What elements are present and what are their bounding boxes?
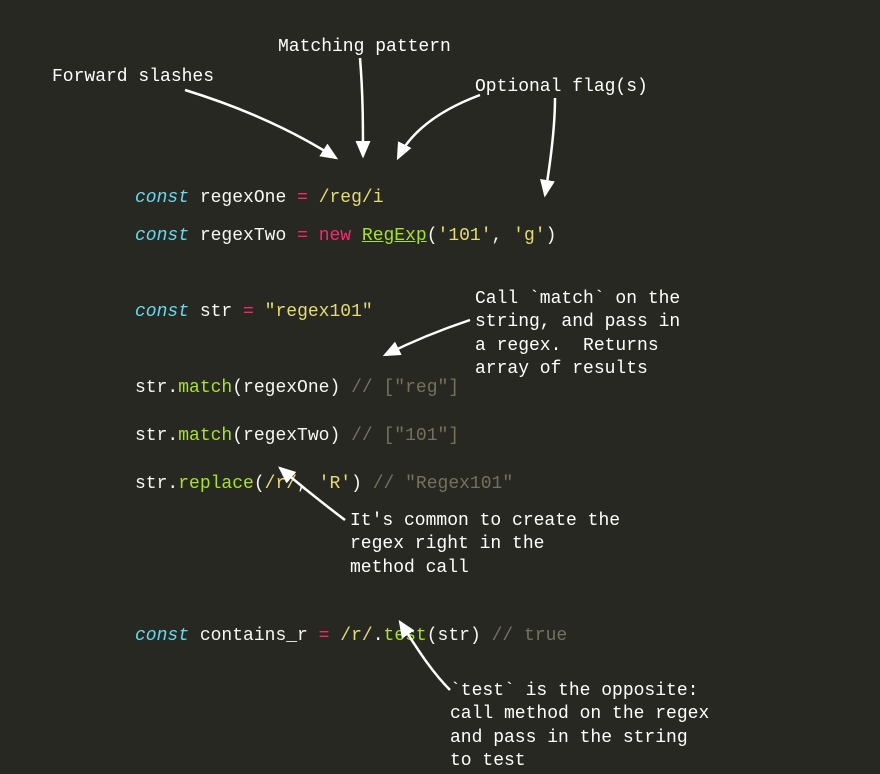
- annotation-optional-flags: Optional flag(s): [475, 76, 648, 99]
- identifier: str: [135, 378, 167, 398]
- code-line-4: str.match(regexOne) // ["reg"]: [135, 351, 459, 401]
- regex-literal: /r/: [265, 474, 297, 494]
- arrow-optional-flags-2: [545, 98, 555, 195]
- arrow-forward-slashes: [185, 90, 336, 158]
- method-match: match: [178, 378, 232, 398]
- comment: // true: [492, 626, 568, 646]
- code-line-3: const str = "regex101": [135, 275, 373, 325]
- keyword-new: new: [319, 226, 351, 246]
- arrow-matching-pattern: [360, 58, 363, 156]
- code-line-7: const contains_r = /r/.test(str) // true: [135, 599, 567, 649]
- identifier: regexTwo: [200, 226, 286, 246]
- comment: // "Regex101": [373, 474, 513, 494]
- identifier: str: [135, 426, 167, 446]
- keyword-const: const: [135, 226, 189, 246]
- method-test: test: [384, 626, 427, 646]
- arrow-match-note: [385, 320, 470, 355]
- string-literal: 'g': [513, 226, 545, 246]
- regex-literal: /r/: [340, 626, 372, 646]
- identifier: str: [135, 474, 167, 494]
- method-replace: replace: [178, 474, 254, 494]
- annotation-inline-note: It's common to create the regex right in…: [350, 510, 620, 580]
- annotation-matching-pattern: Matching pattern: [278, 36, 451, 59]
- operator-equals: =: [297, 226, 308, 246]
- annotation-forward-slashes: Forward slashes: [52, 66, 214, 89]
- string-literal: 'R': [319, 474, 351, 494]
- comment: // ["101"]: [351, 426, 459, 446]
- code-line-2: const regexTwo = new RegExp('101', 'g'): [135, 199, 556, 249]
- operator-equals: =: [243, 302, 254, 322]
- code-line-6: str.replace(/r/, 'R') // "Regex101": [135, 447, 513, 497]
- arrow-optional-flags-1: [398, 95, 480, 158]
- keyword-const: const: [135, 626, 189, 646]
- comment: // ["reg"]: [351, 378, 459, 398]
- operator-equals: =: [319, 626, 330, 646]
- identifier: str: [200, 302, 232, 322]
- class-regexp: RegExp: [362, 226, 427, 246]
- method-match: match: [178, 426, 232, 446]
- string-literal: '101': [438, 226, 492, 246]
- annotation-test-note: `test` is the opposite: call method on t…: [450, 680, 709, 774]
- string-literal: "regex101": [265, 302, 373, 322]
- annotation-match-note: Call `match` on the string, and pass in …: [475, 288, 680, 382]
- code-line-5: str.match(regexTwo) // ["101"]: [135, 399, 459, 449]
- identifier: contains_r: [200, 626, 308, 646]
- keyword-const: const: [135, 302, 189, 322]
